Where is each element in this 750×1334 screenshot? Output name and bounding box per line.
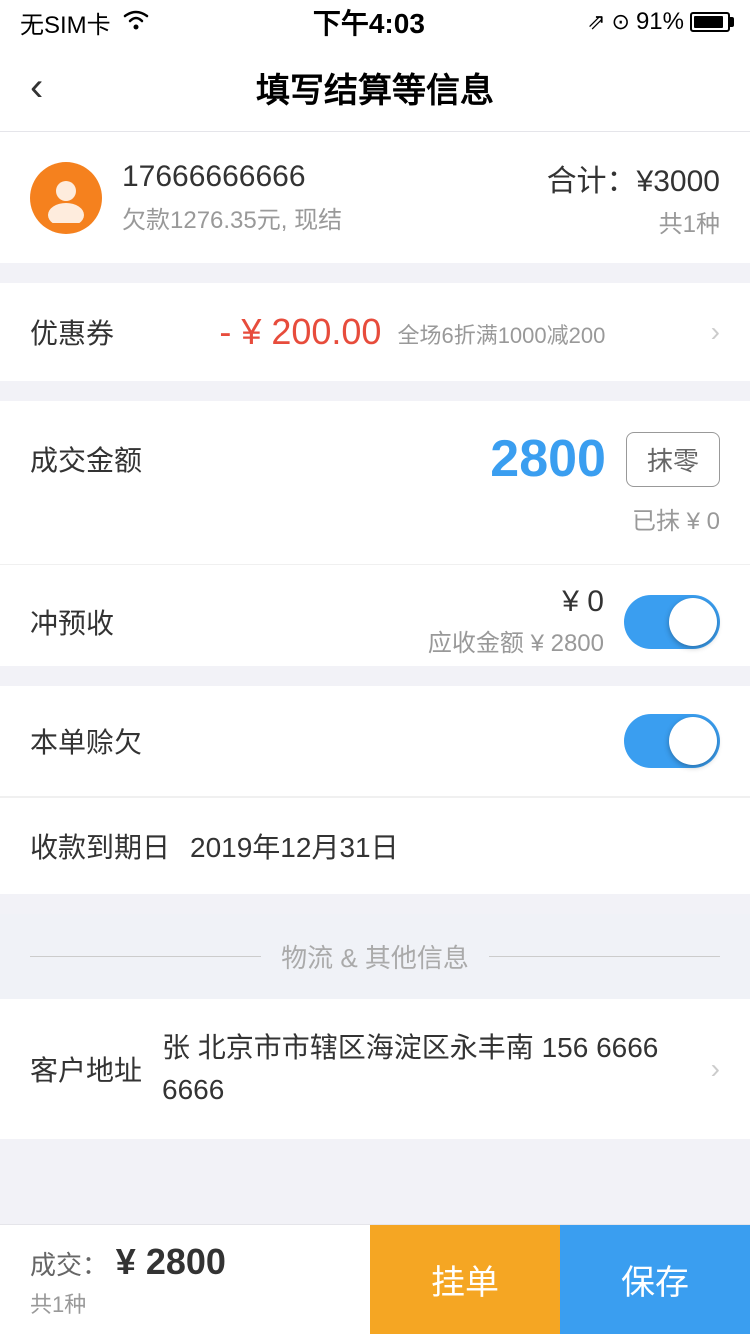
wifi-icon xyxy=(121,8,151,37)
prepay-right: ¥ 0 应收金额 ¥ 2800 xyxy=(428,585,720,658)
deal-amount-value: 2800 xyxy=(490,429,606,489)
customer-row: 17666666666 欠款1276.35元, 现结 合计：¥3000 共1种 xyxy=(0,132,750,263)
prepay-amount: ¥ 0 xyxy=(428,585,604,619)
location-icon: ⇗ xyxy=(587,9,605,35)
customer-debt: 欠款1276.35元, 现结 xyxy=(122,200,342,235)
divider-line-right xyxy=(489,956,720,957)
section-divider-3 xyxy=(0,666,750,686)
save-button[interactable]: 保存 xyxy=(560,1225,750,1334)
debt-toggle[interactable] xyxy=(624,714,720,768)
status-right: ⇗ ⊙ 91% xyxy=(587,8,730,36)
back-button[interactable]: ‹ xyxy=(30,65,90,110)
nav-bar: ‹ 填写结算等信息 xyxy=(0,44,750,132)
page-title: 填写结算等信息 xyxy=(90,63,660,112)
section-divider-2 xyxy=(0,381,750,401)
bottom-bar: 成交： ¥ 2800 共1种 挂单 保存 xyxy=(0,1224,750,1334)
deal-sub-text: 已抹 ¥ 0 xyxy=(0,501,750,564)
debt-toggle-thumb xyxy=(669,717,717,765)
bottom-deal-line: 成交： ¥ 2800 xyxy=(30,1241,340,1283)
prepay-row: 冲预收 ¥ 0 应收金额 ¥ 2800 xyxy=(0,565,750,666)
address-chevron-icon: › xyxy=(711,1053,720,1085)
round-button[interactable]: 抹零 xyxy=(626,432,720,487)
status-left: 无SIM卡 xyxy=(20,5,151,40)
coupon-value: - ¥ 200.00 全场6折满1000减200 xyxy=(219,311,605,353)
bottom-deal-amount: ¥ 2800 xyxy=(116,1241,226,1282)
bottom-deal-label: 成交： xyxy=(30,1250,108,1280)
bottom-summary: 成交： ¥ 2800 共1种 xyxy=(0,1241,370,1319)
bottom-count: 共1种 xyxy=(30,1287,340,1319)
logistics-divider: 物流 & 其他信息 xyxy=(0,914,750,999)
prepay-label: 冲预收 xyxy=(30,602,114,642)
status-bar: 无SIM卡 下午4:03 ⇗ ⊙ 91% xyxy=(0,0,750,44)
coupon-section: 优惠券 - ¥ 200.00 全场6折满1000减200 › xyxy=(0,283,750,381)
coupon-amount: - ¥ 200.00 xyxy=(219,311,381,353)
address-row[interactable]: 客户地址 张 北京市市辖区海淀区永丰南 156 6666 6666 › xyxy=(0,999,750,1139)
total-amount: 合计：¥3000 xyxy=(547,156,720,200)
logistics-label: 物流 & 其他信息 xyxy=(281,938,469,975)
customer-phone: 17666666666 xyxy=(122,160,342,194)
deal-amount-row: 成交金额 2800 抹零 xyxy=(0,401,750,501)
coupon-desc: 全场6折满1000减200 xyxy=(397,318,605,350)
battery-percent: 91% xyxy=(636,8,684,36)
chevron-right-icon: › xyxy=(711,316,720,348)
coupon-label: 优惠券 xyxy=(30,312,114,352)
avatar xyxy=(30,162,102,234)
status-time: 下午4:03 xyxy=(313,2,425,42)
deal-section: 成交金额 2800 抹零 已抹 ¥ 0 冲预收 ¥ 0 应收金额 ¥ 2800 xyxy=(0,401,750,666)
toggle-thumb xyxy=(669,598,717,646)
battery-icon xyxy=(690,12,730,32)
total-count: 共1种 xyxy=(547,204,720,239)
customer-total: 合计：¥3000 共1种 xyxy=(547,156,720,239)
due-date-row: 收款到期日 2019年12月31日 xyxy=(0,797,750,894)
due-date-value: 2019年12月31日 xyxy=(190,826,399,866)
alarm-icon: ⊙ xyxy=(612,9,630,35)
debt-label: 本单赊欠 xyxy=(30,721,142,761)
address-value: 张 北京市市辖区海淀区永丰南 156 6666 6666 xyxy=(162,1027,691,1111)
address-label: 客户地址 xyxy=(30,1049,142,1089)
section-divider-1 xyxy=(0,263,750,283)
due-date-label: 收款到期日 xyxy=(30,826,170,866)
coupon-row[interactable]: 优惠券 - ¥ 200.00 全场6折满1000减200 › xyxy=(0,283,750,381)
prepay-receivable: 应收金额 ¥ 2800 xyxy=(428,623,604,658)
debt-row: 本单赊欠 xyxy=(0,686,750,797)
deal-amount-label: 成交金额 xyxy=(30,439,142,479)
debt-section: 本单赊欠 收款到期日 2019年12月31日 xyxy=(0,686,750,894)
prepay-toggle[interactable] xyxy=(624,595,720,649)
divider-line-left xyxy=(30,956,261,957)
customer-info: 17666666666 欠款1276.35元, 现结 xyxy=(122,160,342,235)
hold-button[interactable]: 挂单 xyxy=(370,1225,560,1334)
carrier-text: 无SIM卡 xyxy=(20,5,111,40)
section-divider-4 xyxy=(0,894,750,914)
